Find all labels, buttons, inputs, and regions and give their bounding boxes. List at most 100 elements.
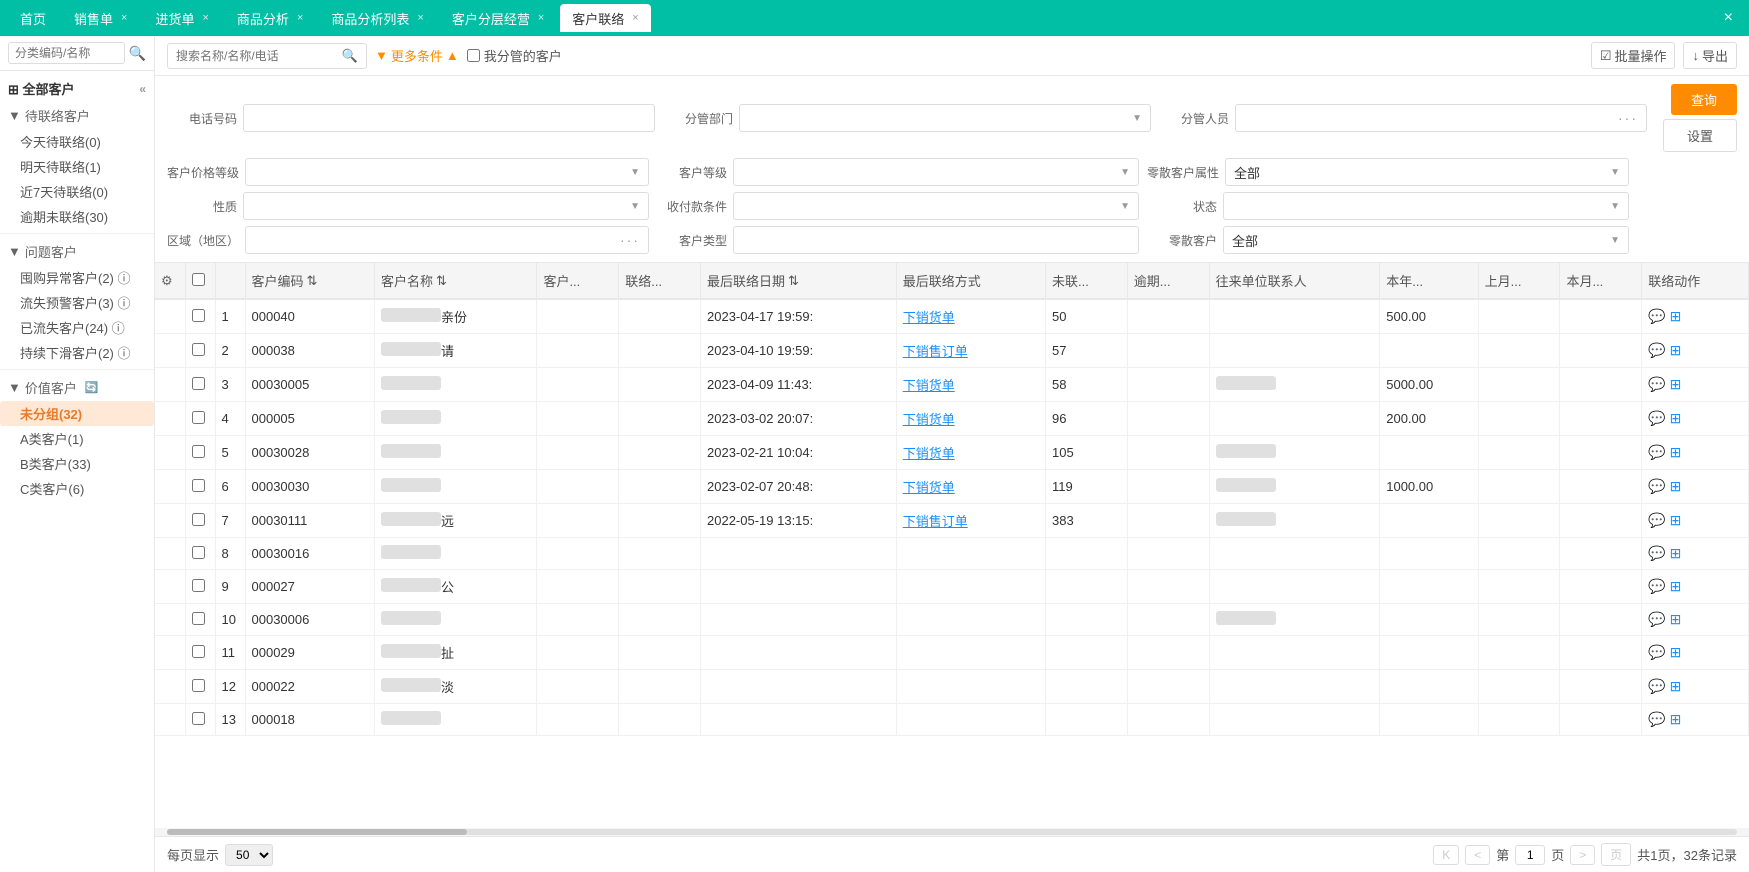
nature-select[interactable]: ▼ [243, 192, 649, 220]
sidebar-item-class-a[interactable]: A类客户(1) [0, 426, 154, 451]
tab-sales[interactable]: 销售单 × [62, 4, 139, 32]
cell-last-method[interactable]: 下销货单 [896, 436, 1045, 470]
prev-page-button[interactable]: < [1465, 845, 1490, 865]
row-checkbox[interactable] [192, 445, 205, 458]
person-select[interactable]: ··· [1235, 104, 1647, 132]
last-page-button[interactable]: 页 [1601, 843, 1631, 866]
last-method-link[interactable]: 下销货单 [903, 480, 955, 495]
cell-check[interactable] [185, 334, 215, 368]
search-input[interactable] [176, 49, 338, 63]
row-checkbox[interactable] [192, 411, 205, 424]
col-last-month[interactable]: 上月... [1478, 263, 1560, 299]
last-method-link[interactable]: 下销货单 [903, 446, 955, 461]
last-method-link[interactable]: 下销货单 [903, 412, 955, 427]
row-checkbox[interactable] [192, 679, 205, 692]
row-checkbox[interactable] [192, 645, 205, 658]
col-last-method[interactable]: 最后联络方式 [896, 263, 1045, 299]
row-checkbox[interactable] [192, 479, 205, 492]
reset-button[interactable]: 设置 [1663, 119, 1737, 152]
sparse-select[interactable]: 全部▼ [1223, 226, 1629, 254]
cell-last-method[interactable]: 下销货单 [896, 368, 1045, 402]
grid-icon[interactable]: ⊞ [1670, 545, 1682, 562]
next-page-button[interactable]: > [1570, 845, 1595, 865]
batch-op-button[interactable]: ☑ 批量操作 [1591, 42, 1676, 69]
tab-product-analysis[interactable]: 商品分析 × [225, 4, 315, 32]
chat-icon[interactable]: 💬 [1648, 578, 1665, 595]
customer-level-select[interactable]: ▼ [733, 158, 1139, 186]
col-contact[interactable]: 联络... [619, 263, 701, 299]
sidebar-item-ungroup[interactable]: 未分组(32) [0, 401, 154, 426]
last-method-link[interactable]: 下销货单 [903, 310, 955, 325]
sidebar-item-class-b[interactable]: B类客户(33) [0, 451, 154, 476]
sidebar-search-icon[interactable]: 🔍 [129, 45, 146, 62]
dept-select[interactable]: ▼ [739, 104, 1151, 132]
cell-last-method[interactable]: 下销货单 [896, 470, 1045, 504]
chat-icon[interactable]: 💬 [1648, 545, 1665, 562]
cell-check[interactable] [185, 570, 215, 604]
grid-icon[interactable]: ⊞ [1670, 308, 1682, 325]
my-customers-checkbox-area[interactable]: 我分管的客户 [467, 46, 562, 65]
my-customers-checkbox[interactable] [467, 49, 480, 62]
region-select[interactable]: ··· [245, 226, 649, 254]
cell-check[interactable] [185, 402, 215, 436]
close-sales-icon[interactable]: × [121, 12, 127, 24]
cell-check[interactable] [185, 436, 215, 470]
col-inter-unit[interactable]: 往来单位联系人 [1209, 263, 1380, 299]
cell-check[interactable] [185, 504, 215, 538]
sidebar-collapse-icon[interactable]: « [139, 82, 146, 96]
col-this-month[interactable]: 本月... [1560, 263, 1642, 299]
first-page-button[interactable]: K [1433, 845, 1459, 865]
close-customer-tier-icon[interactable]: × [538, 12, 544, 24]
cell-check[interactable] [185, 636, 215, 670]
chat-icon[interactable]: 💬 [1648, 711, 1665, 728]
page-number-input[interactable] [1515, 845, 1545, 865]
sparse-attr-select[interactable]: 全部▼ [1225, 158, 1629, 186]
group-pending-contact[interactable]: ▼ 待联络客户 [0, 102, 154, 129]
chat-icon[interactable]: 💬 [1648, 376, 1665, 393]
cell-check[interactable] [185, 704, 215, 736]
cell-last-method[interactable]: 下销售订单 [896, 504, 1045, 538]
row-checkbox[interactable] [192, 343, 205, 356]
payment-select[interactable]: ▼ [733, 192, 1139, 220]
page-size-select[interactable]: 50 [225, 844, 273, 866]
row-checkbox[interactable] [192, 377, 205, 390]
group-problem-customers[interactable]: ▼ 问题客户 [0, 238, 154, 265]
cell-check[interactable] [185, 604, 215, 636]
col-code[interactable]: 客户编码⇅ [245, 263, 374, 299]
row-checkbox[interactable] [192, 612, 205, 625]
sidebar-item-tomorrow[interactable]: 明天待联络(1) [0, 154, 154, 179]
grid-icon[interactable]: ⊞ [1670, 678, 1682, 695]
cell-check[interactable] [185, 470, 215, 504]
sidebar-item-declining[interactable]: 持续下滑客户(2) ⓘ [0, 340, 154, 365]
chat-icon[interactable]: 💬 [1648, 512, 1665, 529]
cell-last-method[interactable]: 下销货单 [896, 402, 1045, 436]
close-product-analysis-icon[interactable]: × [297, 12, 303, 24]
grid-icon[interactable]: ⊞ [1670, 376, 1682, 393]
search-icon[interactable]: 🔍 [342, 48, 358, 64]
cell-check[interactable] [185, 538, 215, 570]
settings-icon[interactable]: ⚙ [161, 273, 173, 288]
tab-customer-contact[interactable]: 客户联络 × [560, 4, 650, 32]
grid-icon[interactable]: ⊞ [1670, 342, 1682, 359]
horizontal-scrollbar[interactable] [155, 828, 1749, 836]
row-checkbox[interactable] [192, 579, 205, 592]
chat-icon[interactable]: 💬 [1648, 308, 1665, 325]
grid-icon[interactable]: ⊞ [1670, 711, 1682, 728]
row-checkbox[interactable] [192, 546, 205, 559]
grid-icon[interactable]: ⊞ [1670, 644, 1682, 661]
chat-icon[interactable]: 💬 [1648, 478, 1665, 495]
chat-icon[interactable]: 💬 [1648, 342, 1665, 359]
sidebar-item-churned[interactable]: 已流失客户(24) ⓘ [0, 315, 154, 340]
col-name[interactable]: 客户名称⇅ [374, 263, 536, 299]
cell-check[interactable] [185, 670, 215, 704]
last-method-link[interactable]: 下销货单 [903, 378, 955, 393]
chat-icon[interactable]: 💬 [1648, 410, 1665, 427]
grid-icon[interactable]: ⊞ [1670, 478, 1682, 495]
grid-icon[interactable]: ⊞ [1670, 512, 1682, 529]
chat-icon[interactable]: 💬 [1648, 678, 1665, 695]
close-product-list-icon[interactable]: × [417, 12, 423, 24]
last-method-link[interactable]: 下销售订单 [903, 514, 968, 529]
query-button[interactable]: 查询 [1671, 84, 1737, 115]
sidebar-item-class-c[interactable]: C类客户(6) [0, 476, 154, 501]
col-gear[interactable]: ⚙ [155, 263, 185, 299]
